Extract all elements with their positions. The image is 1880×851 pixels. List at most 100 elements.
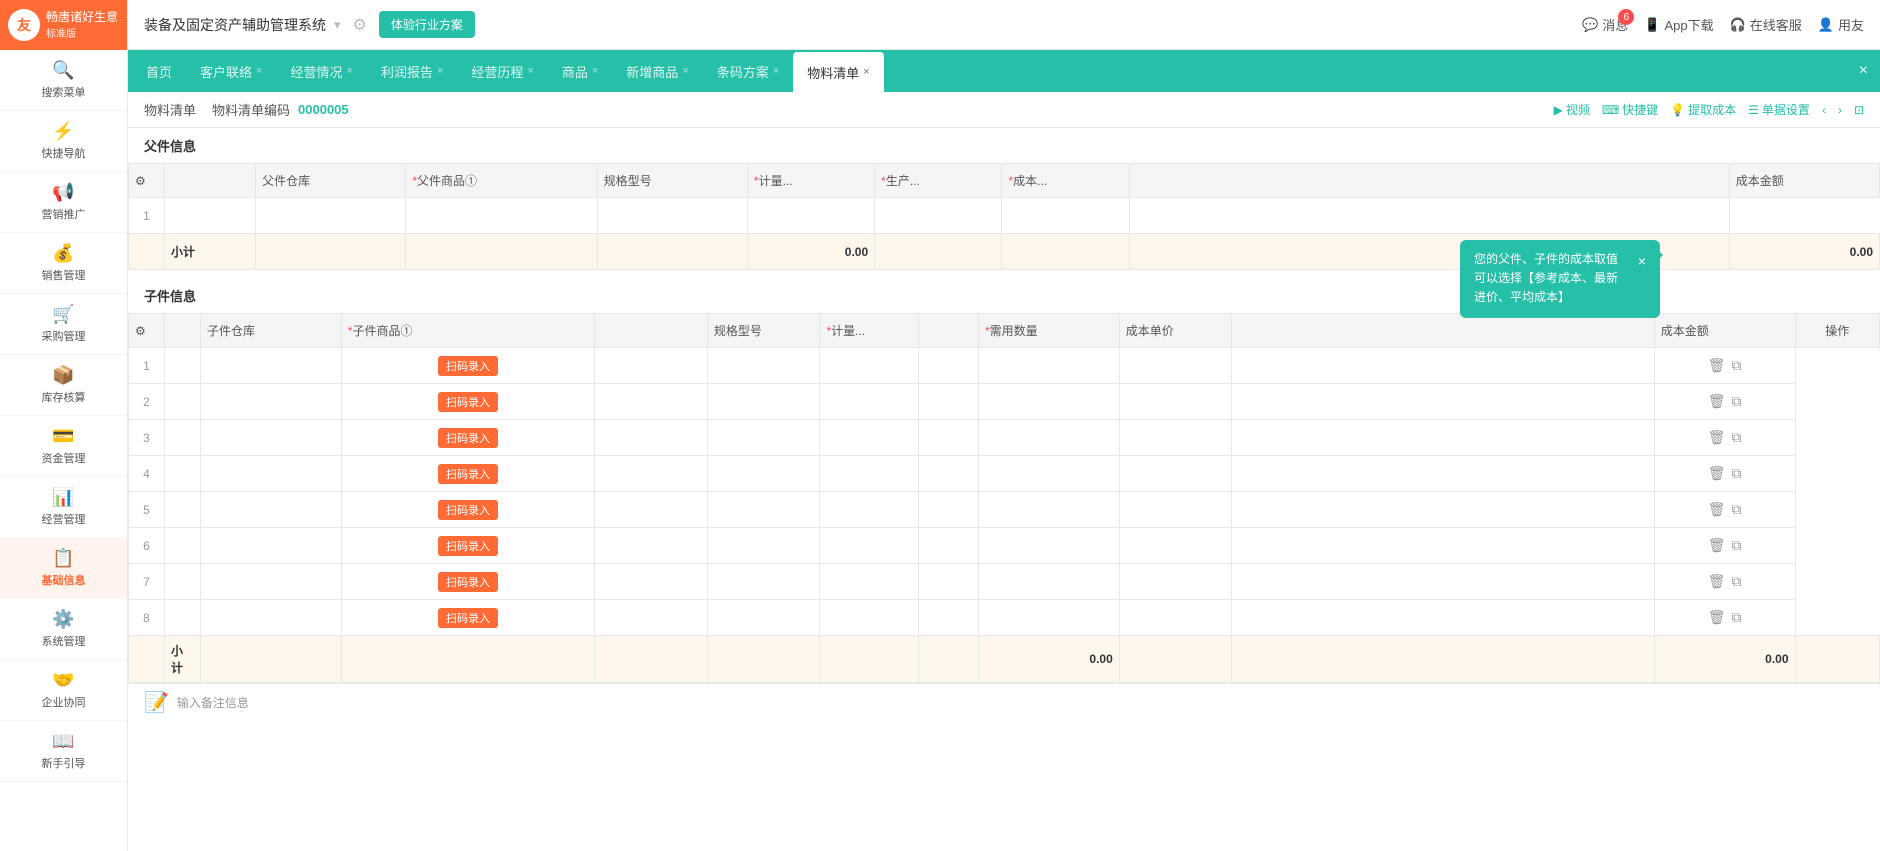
- tab-barcode[interactable]: 条码方案 ×: [703, 50, 793, 92]
- child-row-1-unit-cost[interactable]: [978, 348, 1119, 384]
- child-row-3-unit-cost[interactable]: [978, 420, 1119, 456]
- parent-row-1-warehouse[interactable]: [165, 198, 256, 234]
- parent-row-1-production[interactable]: [747, 198, 874, 234]
- sidebar-item-search[interactable]: 🔍 搜索菜单: [0, 50, 127, 111]
- shortcut-action[interactable]: ⌨ 快捷键: [1602, 101, 1658, 118]
- child-row-6-warehouse[interactable]: [165, 528, 201, 564]
- child-row-1-spec[interactable]: [595, 348, 708, 384]
- online-service-action[interactable]: 🎧 在线客服: [1730, 15, 1802, 34]
- child-row-1-warehouse[interactable]: [165, 348, 201, 384]
- child-col-settings[interactable]: ⚙: [129, 314, 165, 348]
- child-row-7-unit[interactable]: [707, 564, 820, 600]
- child-row-2-qty[interactable]: [918, 384, 978, 420]
- message-action[interactable]: 💬 消息 6: [1582, 15, 1628, 34]
- scan-button-8[interactable]: 扫码录入: [438, 608, 498, 628]
- tab-operations[interactable]: 经营情况 ×: [276, 50, 366, 92]
- scan-button-5[interactable]: 扫码录入: [438, 500, 498, 520]
- child-row-1-unit[interactable]: [707, 348, 820, 384]
- delete-icon-8[interactable]: 🗑: [1708, 609, 1726, 626]
- sidebar-item-collaboration[interactable]: 🤝 企业协同: [0, 660, 127, 721]
- sidebar-item-marketing[interactable]: 📢 营销推广: [0, 172, 127, 233]
- tab-new-goods[interactable]: 新增商品 ×: [612, 50, 702, 92]
- tab-home[interactable]: 首页: [132, 50, 186, 92]
- copy-icon-6[interactable]: ⧉: [1732, 537, 1742, 554]
- sidebar-item-inventory[interactable]: 📦 库存核算: [0, 355, 127, 416]
- child-row-2-unit-cost[interactable]: [978, 384, 1119, 420]
- video-action[interactable]: ▶ 视频: [1554, 101, 1590, 118]
- child-row-3-spec[interactable]: [595, 420, 708, 456]
- child-row-2-warehouse[interactable]: [165, 384, 201, 420]
- experience-button[interactable]: 体验行业方案: [379, 11, 475, 38]
- child-row-3-qty[interactable]: [918, 420, 978, 456]
- copy-icon-1[interactable]: ⧉: [1732, 357, 1742, 374]
- sidebar-item-basic-info[interactable]: 📋 基础信息: [0, 538, 127, 599]
- delete-icon-6[interactable]: 🗑: [1708, 537, 1726, 554]
- scan-button-7[interactable]: 扫码录入: [438, 572, 498, 592]
- sidebar-item-sales[interactable]: 💰 销售管理: [0, 233, 127, 294]
- copy-icon-3[interactable]: ⧉: [1732, 429, 1742, 446]
- nav-close-all-button[interactable]: ×: [1851, 58, 1876, 84]
- tab-profit[interactable]: 利润报告 ×: [367, 50, 457, 92]
- scan-button-2[interactable]: 扫码录入: [438, 392, 498, 412]
- child-row-4-spec[interactable]: [595, 456, 708, 492]
- child-row-5-qty[interactable]: [918, 492, 978, 528]
- parent-col-settings[interactable]: ⚙: [129, 164, 165, 198]
- copy-icon-7[interactable]: ⧉: [1732, 573, 1742, 590]
- doc-settings-action[interactable]: ☰ 单据设置: [1748, 101, 1810, 118]
- extract-cost-action[interactable]: 💡 提取成本: [1670, 101, 1736, 118]
- child-row-7-goods[interactable]: [201, 564, 342, 600]
- copy-icon-8[interactable]: ⧉: [1732, 609, 1742, 626]
- tab-customer-close[interactable]: ×: [256, 65, 262, 77]
- tab-goods-close[interactable]: ×: [592, 65, 598, 77]
- child-row-5-unit-cost[interactable]: [978, 492, 1119, 528]
- sidebar-item-purchase[interactable]: 🛒 采购管理: [0, 294, 127, 355]
- tab-history[interactable]: 经营历程 ×: [457, 50, 547, 92]
- scan-button-1[interactable]: 扫码录入: [438, 356, 498, 376]
- child-row-4-unit[interactable]: [707, 456, 820, 492]
- child-row-3-warehouse[interactable]: [165, 420, 201, 456]
- tooltip-close-button[interactable]: ×: [1638, 250, 1646, 272]
- sidebar-item-finance[interactable]: 💳 资金管理: [0, 416, 127, 477]
- app-download-action[interactable]: 📱 App下载: [1644, 15, 1713, 34]
- child-row-8-goods[interactable]: [201, 600, 342, 636]
- child-row-7-warehouse[interactable]: [165, 564, 201, 600]
- child-row-1-goods[interactable]: [201, 348, 342, 384]
- child-row-7-spec[interactable]: [595, 564, 708, 600]
- nav-prev-action[interactable]: ‹: [1822, 103, 1826, 117]
- sidebar-item-quick-nav[interactable]: ⚡ 快捷导航: [0, 111, 127, 172]
- child-row-3-goods[interactable]: [201, 420, 342, 456]
- copy-icon-4[interactable]: ⧉: [1732, 465, 1742, 482]
- child-row-2-spec[interactable]: [595, 384, 708, 420]
- child-row-5-spec[interactable]: [595, 492, 708, 528]
- child-row-2-goods[interactable]: [201, 384, 342, 420]
- child-row-5-goods[interactable]: [201, 492, 342, 528]
- child-row-2-unit[interactable]: [707, 384, 820, 420]
- nav-next-action[interactable]: ›: [1838, 103, 1842, 117]
- tab-operations-close[interactable]: ×: [346, 65, 352, 77]
- child-row-8-warehouse[interactable]: [165, 600, 201, 636]
- tab-history-close[interactable]: ×: [527, 65, 533, 77]
- child-row-6-goods[interactable]: [201, 528, 342, 564]
- tab-profit-close[interactable]: ×: [437, 65, 443, 77]
- child-row-6-qty[interactable]: [918, 528, 978, 564]
- child-row-4-warehouse[interactable]: [165, 456, 201, 492]
- scan-button-6[interactable]: 扫码录入: [438, 536, 498, 556]
- child-row-6-unit-cost[interactable]: [978, 528, 1119, 564]
- child-row-7-unit-cost[interactable]: [978, 564, 1119, 600]
- tab-new-goods-close[interactable]: ×: [682, 65, 688, 77]
- parent-row-1-unit[interactable]: [597, 198, 747, 234]
- sidebar-item-system[interactable]: ⚙️ 系统管理: [0, 599, 127, 660]
- sidebar-item-operations[interactable]: 📊 经营管理: [0, 477, 127, 538]
- copy-icon-5[interactable]: ⧉: [1732, 501, 1742, 518]
- scan-button-4[interactable]: 扫码录入: [438, 464, 498, 484]
- parent-row-1-spec[interactable]: [406, 198, 597, 234]
- child-row-8-qty[interactable]: [918, 600, 978, 636]
- child-row-5-warehouse[interactable]: [165, 492, 201, 528]
- tab-customer[interactable]: 客户联络 ×: [186, 50, 276, 92]
- delete-icon-7[interactable]: 🗑: [1708, 573, 1726, 590]
- child-row-8-spec[interactable]: [595, 600, 708, 636]
- child-row-4-goods[interactable]: [201, 456, 342, 492]
- child-row-1-qty[interactable]: [918, 348, 978, 384]
- child-row-5-unit[interactable]: [707, 492, 820, 528]
- tab-bom-close[interactable]: ×: [863, 66, 869, 78]
